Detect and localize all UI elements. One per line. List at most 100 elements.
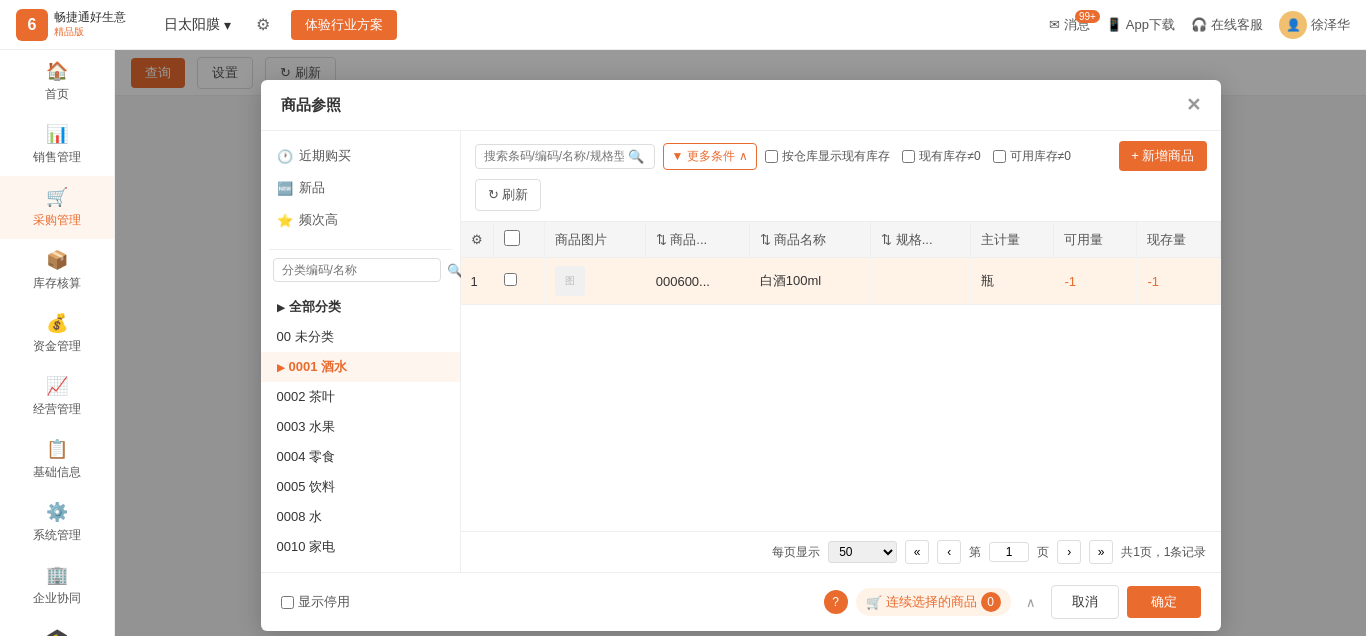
cat-item-unclassified[interactable]: 00 未分类 — [261, 322, 460, 352]
nav-store-dropdown[interactable]: 日太阳膜 ▾ — [156, 12, 239, 38]
sidebar: 🏠 首页 📊 销售管理 🛒 采购管理 📦 库存核算 💰 资金管理 📈 经营管理 … — [0, 50, 115, 636]
modal-overlay: 商品参照 ✕ 🕐 近期购买 🆕 — [115, 50, 1366, 636]
th-name[interactable]: ⇅ 商品名称 — [749, 222, 870, 258]
filter-label: 更多条件 — [687, 148, 735, 165]
page-number-input[interactable] — [989, 542, 1029, 562]
product-table-wrap: ⚙ 商品图片 ⇅ 商品... ⇅ 商品名称 ⇅ 规格... 主计量 可用量 现 — [461, 222, 1221, 531]
sidebar-item-sales[interactable]: 📊 销售管理 — [0, 113, 114, 176]
user-nav-item[interactable]: 👤 徐泽华 — [1279, 11, 1350, 39]
th-settings[interactable]: ⚙ — [461, 222, 494, 258]
category-search-input[interactable] — [273, 258, 441, 282]
last-page-button[interactable]: » — [1089, 540, 1113, 564]
online-service-nav-item[interactable]: 🎧 在线客服 — [1191, 16, 1263, 34]
modal-close-button[interactable]: ✕ — [1186, 94, 1201, 116]
more-filters-button[interactable]: ▼ 更多条件 ∧ — [663, 143, 758, 170]
th-code[interactable]: ⇅ 商品... — [645, 222, 749, 258]
sidebar-item-basic-info[interactable]: 📋 基础信息 — [0, 428, 114, 491]
table-header-row: ⚙ 商品图片 ⇅ 商品... ⇅ 商品名称 ⇅ 规格... 主计量 可用量 现 — [461, 222, 1221, 258]
inventory-icon: 📦 — [46, 249, 68, 271]
basic-info-icon: 📋 — [46, 438, 68, 460]
frequent-label: 频次高 — [299, 211, 338, 229]
next-page-button[interactable]: › — [1057, 540, 1081, 564]
add-product-button[interactable]: + 新增商品 — [1119, 141, 1206, 171]
help-button[interactable]: ? — [824, 590, 848, 614]
page-unit-label: 页 — [1037, 544, 1049, 561]
sidebar-item-finance[interactable]: 💰 资金管理 — [0, 302, 114, 365]
checkbox-stock-nonzero-text: 现有库存≠0 — [919, 148, 980, 165]
collapse-cart-button[interactable]: ∧ — [1019, 590, 1043, 614]
sidebar-item-enterprise[interactable]: 🏢 企业协同 — [0, 554, 114, 617]
refresh-button[interactable]: ↻ 刷新 — [475, 179, 542, 211]
cat-item-all[interactable]: ▶ 全部分类 — [261, 292, 460, 322]
show-disabled-label[interactable]: 显示停用 — [281, 593, 350, 611]
product-search-wrap: 🔍 — [475, 144, 655, 169]
logo-title: 畅捷通好生意 — [54, 10, 126, 26]
first-page-button[interactable]: « — [905, 540, 929, 564]
cat-label-all: 全部分类 — [289, 298, 341, 316]
cancel-button[interactable]: 取消 — [1051, 585, 1119, 619]
sidebar-item-home[interactable]: 🏠 首页 — [0, 50, 114, 113]
category-search-row: 🔍 — [261, 254, 460, 286]
confirm-button[interactable]: 确定 — [1127, 586, 1201, 618]
product-search-input[interactable] — [484, 149, 624, 163]
select-all-checkbox[interactable] — [504, 230, 520, 246]
checkbox-usable-nonzero-label[interactable]: 可用库存≠0 — [993, 148, 1071, 165]
sidebar-label-finance: 资金管理 — [33, 338, 81, 355]
top-nav: 6 畅捷通好生意 精品版 日太阳膜 ▾ ⚙ 体验行业方案 ✉ 消息 99+ 📱 … — [0, 0, 1366, 50]
cat-item-water[interactable]: 0008 水 — [261, 502, 460, 532]
table-row[interactable]: 1 图 000600... 白酒100ml 瓶 -1 -1 — [461, 258, 1221, 305]
footer-right: ? 🛒 连续选择的商品 0 ∧ 取消 确定 — [824, 585, 1201, 619]
cell-name: 白酒100ml — [749, 258, 870, 305]
checkbox-usable-nonzero[interactable] — [993, 150, 1006, 163]
purchase-icon: 🛒 — [46, 186, 68, 208]
show-disabled-checkbox[interactable] — [281, 596, 294, 609]
checkbox-by-warehouse-label[interactable]: 按仓库显示现有库存 — [765, 148, 890, 165]
triangle-all-icon: ▶ — [277, 302, 285, 313]
checkbox-group: 按仓库显示现有库存 现有库存≠0 可用库存≠0 — [765, 148, 1071, 165]
sidebar-label-sales: 销售管理 — [33, 149, 81, 166]
prev-page-button[interactable]: ‹ — [937, 540, 961, 564]
checkbox-stock-nonzero-label[interactable]: 现有库存≠0 — [902, 148, 980, 165]
cell-num: 1 — [461, 258, 494, 305]
cell-checkbox[interactable] — [493, 258, 544, 305]
app-download-nav-item[interactable]: 📱 App下载 — [1106, 16, 1175, 34]
modal-body: 🕐 近期购买 🆕 新品 ⭐ 频次高 — [261, 131, 1221, 572]
cat-item-tea[interactable]: 0002 茶叶 — [261, 382, 460, 412]
cat-item-fruit[interactable]: 0003 水果 — [261, 412, 460, 442]
cat-item-snack[interactable]: 0004 零食 — [261, 442, 460, 472]
per-page-select[interactable]: 50 10 20 100 — [828, 541, 897, 563]
cat-item-appliance[interactable]: 0010 家电 — [261, 532, 460, 562]
frequent-item[interactable]: ⭐ 频次高 — [269, 205, 452, 235]
cat-label-water: 0008 水 — [277, 508, 323, 526]
sidebar-label-home: 首页 — [45, 86, 69, 103]
recent-purchase-item[interactable]: 🕐 近期购买 — [269, 141, 452, 171]
cell-stock: -1 — [1137, 258, 1220, 305]
new-product-item[interactable]: 🆕 新品 — [269, 173, 452, 203]
checkbox-by-warehouse-text: 按仓库显示现有库存 — [782, 148, 890, 165]
messages-nav-item[interactable]: ✉ 消息 99+ — [1049, 16, 1090, 34]
left-panel-divider — [269, 249, 452, 250]
th-spec[interactable]: ⇅ 规格... — [871, 222, 971, 258]
cat-label-appliance: 0010 家电 — [277, 538, 336, 556]
operations-icon: 📈 — [46, 375, 68, 397]
sidebar-item-system[interactable]: ⚙️ 系统管理 — [0, 491, 114, 554]
cat-item-beverage[interactable]: 0005 饮料 — [261, 472, 460, 502]
sidebar-item-inventory[interactable]: 📦 库存核算 — [0, 239, 114, 302]
message-icon: ✉ — [1049, 17, 1060, 32]
sidebar-label-system: 系统管理 — [33, 527, 81, 544]
sidebar-item-operations[interactable]: 📈 经营管理 — [0, 365, 114, 428]
settings-icon[interactable]: ⚙ — [247, 9, 279, 41]
cat-item-liquor[interactable]: ▶ 0001 酒水 — [261, 352, 460, 382]
left-panel: 🕐 近期购买 🆕 新品 ⭐ 频次高 — [261, 131, 461, 572]
recent-purchase-label: 近期购买 — [299, 147, 351, 165]
sidebar-item-guide[interactable]: 🎓 新手引导 — [0, 617, 114, 636]
mobile-icon: 📱 — [1106, 17, 1122, 32]
chevron-down-icon: ▾ — [224, 17, 231, 33]
cell-spec — [871, 258, 971, 305]
sidebar-item-purchase[interactable]: 🛒 采购管理 — [0, 176, 114, 239]
cart-area[interactable]: 🛒 连续选择的商品 0 — [856, 588, 1011, 616]
checkbox-stock-nonzero[interactable] — [902, 150, 915, 163]
trial-button[interactable]: 体验行业方案 — [291, 10, 397, 40]
modal-title: 商品参照 — [281, 96, 341, 115]
checkbox-by-warehouse[interactable] — [765, 150, 778, 163]
